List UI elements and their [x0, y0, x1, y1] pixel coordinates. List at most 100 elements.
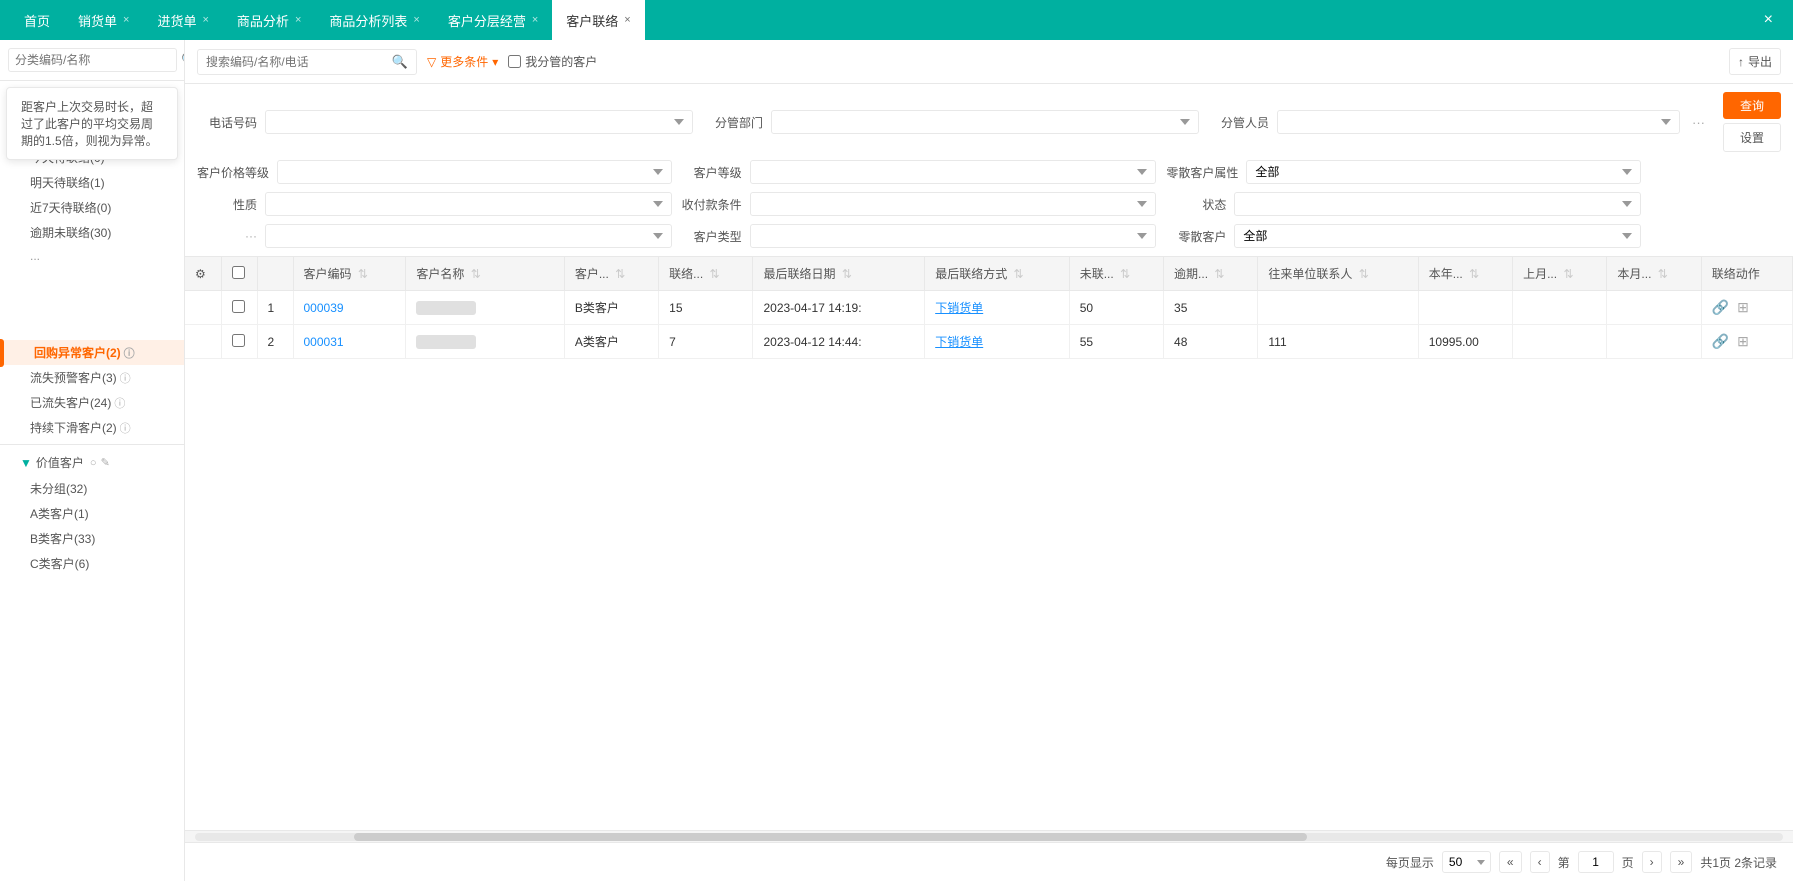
- price-tier-select[interactable]: [277, 160, 672, 184]
- search-icon[interactable]: 🔍: [392, 54, 408, 70]
- col-checkbox[interactable]: [221, 257, 257, 291]
- nav-customer-tier[interactable]: 客户分层经营 ×: [434, 0, 552, 40]
- dept-select[interactable]: [771, 110, 1199, 134]
- row2-checkbox[interactable]: [221, 325, 257, 359]
- select-all-checkbox[interactable]: [232, 266, 245, 279]
- filter-person: 分管人员 ···: [1209, 110, 1705, 134]
- nav-close-sales[interactable]: ×: [123, 14, 129, 26]
- next-page-btn[interactable]: ›: [1642, 851, 1662, 873]
- row2-link-icon[interactable]: 🔗: [1712, 333, 1729, 350]
- sort-icon-overdue: ⇅: [1214, 267, 1224, 281]
- row2-code[interactable]: 000031: [293, 325, 406, 359]
- nav-close-product-analysis-list[interactable]: ×: [413, 14, 419, 26]
- row1-contacts: [1258, 291, 1418, 325]
- close-window-btn[interactable]: ×: [1754, 11, 1783, 29]
- customer-type-select[interactable]: [750, 224, 1157, 248]
- nav-close-purchase[interactable]: ×: [202, 14, 208, 26]
- last-page-btn[interactable]: »: [1670, 851, 1693, 873]
- sort-icon-this-month: ⇅: [1658, 267, 1668, 281]
- col-overdue[interactable]: 逾期... ⇅: [1164, 257, 1258, 291]
- row1-checkbox[interactable]: [221, 291, 257, 325]
- row1-seq: 1: [257, 291, 293, 325]
- h-scroll-area[interactable]: [185, 830, 1793, 842]
- col-name[interactable]: 客户名称 ⇅: [406, 257, 565, 291]
- query-button[interactable]: 查询: [1723, 92, 1781, 119]
- person-more-icon[interactable]: ···: [1692, 115, 1705, 130]
- first-page-btn[interactable]: «: [1499, 851, 1522, 873]
- payment-select[interactable]: [750, 192, 1157, 216]
- per-page-select[interactable]: 50 100 200: [1442, 851, 1491, 873]
- col-type[interactable]: 客户... ⇅: [564, 257, 658, 291]
- nav-close-product-analysis[interactable]: ×: [295, 14, 301, 26]
- c-class-item[interactable]: C类客户(6): [0, 551, 184, 576]
- nav-purchase-order[interactable]: 进货单 ×: [143, 0, 222, 40]
- col-settings[interactable]: ⚙: [185, 257, 221, 291]
- table-settings-icon[interactable]: ⚙: [195, 267, 206, 281]
- page-num-input[interactable]: [1578, 851, 1614, 873]
- col-pending[interactable]: 未联... ⇅: [1069, 257, 1163, 291]
- nav-product-analysis[interactable]: 商品分析 ×: [223, 0, 315, 40]
- row1-code[interactable]: 000039: [293, 291, 406, 325]
- payment-select-wrap: [750, 192, 1157, 216]
- nav-close-customer-tier[interactable]: ×: [532, 14, 538, 26]
- phone-input[interactable]: [265, 110, 693, 134]
- col-this-year[interactable]: 本年... ⇅: [1418, 257, 1512, 291]
- already-lost-item[interactable]: 已流失客户(24) ⓘ: [0, 390, 184, 415]
- sort-icon-last-method: ⇅: [1014, 267, 1024, 281]
- col-action: 联络动作: [1701, 257, 1792, 291]
- lost-warning-item[interactable]: 流失预警客户(3) ⓘ: [0, 365, 184, 390]
- sidebar-search-input[interactable]: [8, 48, 177, 72]
- col-last-month[interactable]: 上月... ⇅: [1513, 257, 1607, 291]
- nature-select[interactable]: [265, 192, 672, 216]
- my-customers-check[interactable]: [508, 55, 521, 68]
- row1-last-method[interactable]: 下销货单: [925, 291, 1070, 325]
- col-contact-count[interactable]: 联络... ⇅: [659, 257, 753, 291]
- row1-pending: 50: [1069, 291, 1163, 325]
- filter-phone: 电话号码: [197, 110, 693, 134]
- customer-tier-select[interactable]: [750, 160, 1157, 184]
- scatter-attr-select[interactable]: 全部: [1246, 160, 1641, 184]
- col-contacts[interactable]: 往来单位联系人 ⇅: [1258, 257, 1418, 291]
- row2-grid-icon[interactable]: ⊞: [1737, 333, 1749, 350]
- a-class-item[interactable]: A类客户(1): [0, 501, 184, 526]
- info-icon-dropping: ⓘ: [120, 420, 131, 436]
- scatter-customer-select[interactable]: 全部: [1234, 224, 1641, 248]
- col-last-date[interactable]: 最后联络日期 ⇅: [753, 257, 925, 291]
- person-input[interactable]: [1277, 110, 1680, 134]
- value-client-edit-icon[interactable]: ✎: [101, 456, 110, 469]
- tomorrow-pending-item[interactable]: 明天待联络(1): [0, 170, 184, 195]
- h-scroll-track[interactable]: [195, 833, 1783, 841]
- more-input[interactable]: [265, 224, 672, 248]
- col-last-method[interactable]: 最后联络方式 ⇅: [925, 257, 1070, 291]
- row2-check[interactable]: [232, 334, 245, 347]
- more-btn-item[interactable]: ...: [0, 245, 184, 267]
- seven-day-pending-item[interactable]: 近7天待联络(0): [0, 195, 184, 220]
- keep-dropping-item[interactable]: 持续下滑客户(2) ⓘ: [0, 415, 184, 440]
- status-select[interactable]: [1234, 192, 1641, 216]
- col-this-month[interactable]: 本月... ⇅: [1607, 257, 1701, 291]
- status-label: 状态: [1166, 196, 1226, 213]
- row2-last-method[interactable]: 下销货单: [925, 325, 1070, 359]
- my-customers-checkbox[interactable]: 我分管的客户: [508, 53, 597, 70]
- col-code[interactable]: 客户编码 ⇅: [293, 257, 406, 291]
- nav-product-analysis-list[interactable]: 商品分析列表 ×: [315, 0, 433, 40]
- settings-button[interactable]: 设置: [1723, 123, 1781, 152]
- more-conditions-btn[interactable]: ▽ 更多条件 ▾: [427, 53, 498, 70]
- unclassified-item[interactable]: 未分组(32): [0, 476, 184, 501]
- main-search-input[interactable]: [206, 55, 386, 69]
- nav-sales-order[interactable]: 销货单 ×: [64, 0, 143, 40]
- row1-link-icon[interactable]: 🔗: [1712, 299, 1729, 316]
- repurchase-abnormal-item[interactable]: 回购异常客户(2) ⓘ: [0, 340, 184, 365]
- value-client-check-icon[interactable]: ○: [90, 457, 97, 469]
- nav-close-customer-contact[interactable]: ×: [624, 14, 630, 26]
- row1-grid-icon[interactable]: ⊞: [1737, 299, 1749, 316]
- row1-check[interactable]: [232, 300, 245, 313]
- nav-customer-contact[interactable]: 客户联络 ×: [552, 0, 644, 40]
- overdue-contact-item[interactable]: 逾期未联络(30): [0, 220, 184, 245]
- export-btn[interactable]: ↑ 导出: [1729, 48, 1781, 75]
- value-client-section[interactable]: ▼ 价值客户 ○ ✎: [0, 449, 184, 476]
- nav-home[interactable]: 首页: [10, 0, 64, 40]
- b-class-item[interactable]: B类客户(33): [0, 526, 184, 551]
- h-scroll-thumb[interactable]: [354, 833, 1307, 841]
- prev-page-btn[interactable]: ‹: [1530, 851, 1550, 873]
